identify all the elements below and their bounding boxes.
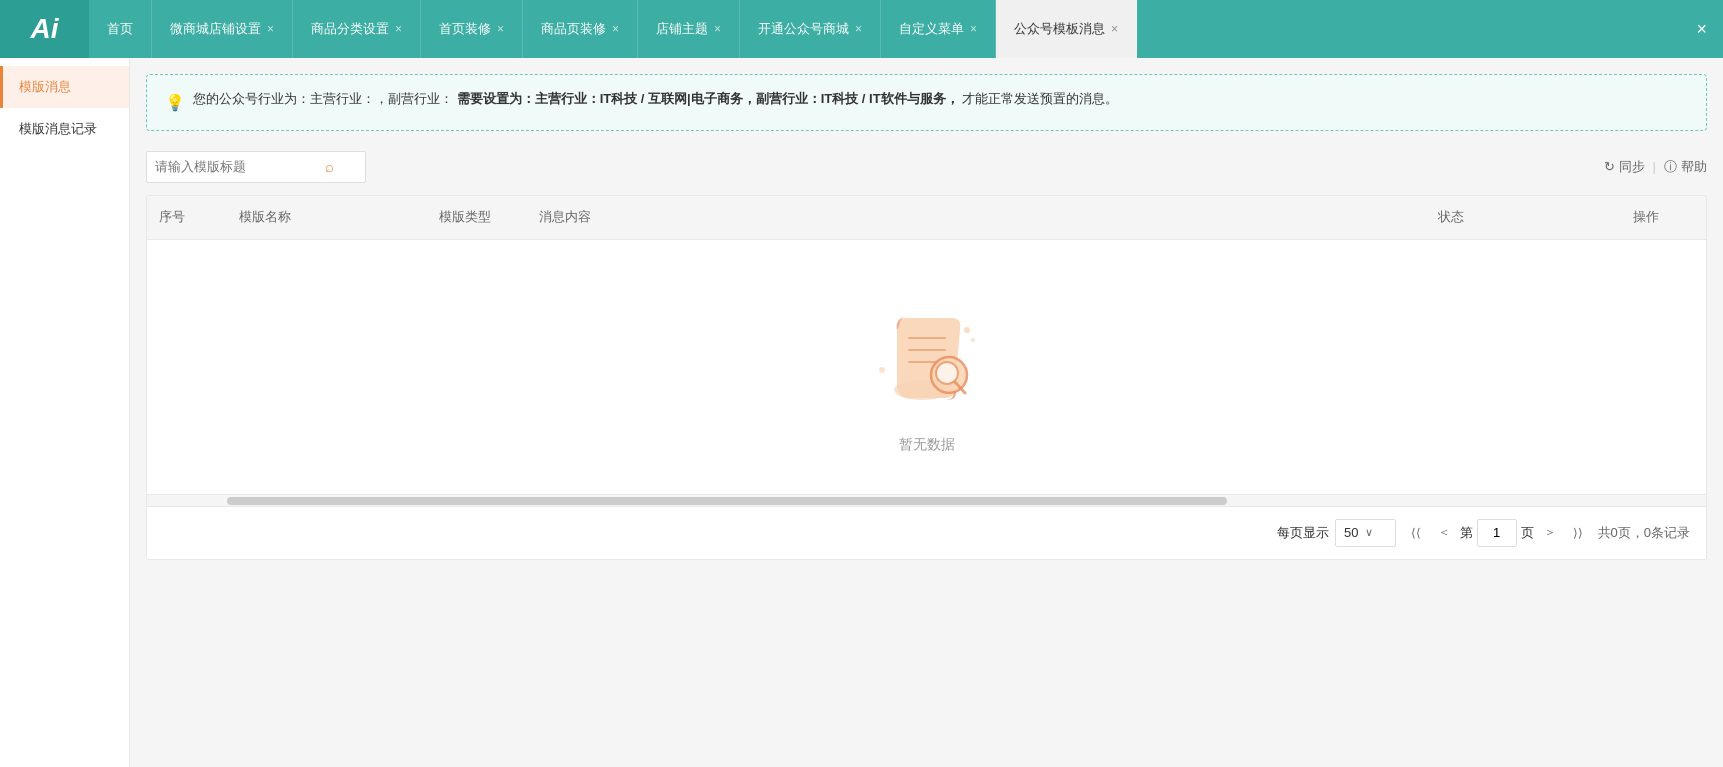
empty-state: 暂无数据 <box>147 240 1706 494</box>
page-nav: ⟨⟨ ＜ 第 页 ＞ ⟩⟩ <box>1404 519 1590 547</box>
total-info: 共0页，0条记录 <box>1598 524 1690 542</box>
close-tab-open-mall-icon[interactable]: × <box>855 22 862 36</box>
nav-tab-product-category[interactable]: 商品分类设置× <box>293 0 421 58</box>
data-table: 序号 模版名称 模版类型 消息内容 状态 操作 <box>146 195 1707 560</box>
notice-prefix: 您的公众号行业为：主营行业：，副营行业： <box>193 91 453 106</box>
content-area: 💡 您的公众号行业为：主营行业：，副营行业： 需要设置为：主营行业：IT科技 /… <box>130 58 1723 767</box>
notice-highlight: 需要设置为：主营行业：IT科技 / 互联网|电子商务，副营行业：IT科技 / I… <box>457 91 959 106</box>
main-layout: 模版消息模版消息记录 💡 您的公众号行业为：主营行业：，副营行业： 需要设置为：… <box>0 58 1723 767</box>
horizontal-scrollbar[interactable] <box>147 494 1706 506</box>
page-size-value: 50 <box>1344 525 1358 540</box>
col-header-status: 状态 <box>1426 208 1586 226</box>
scrollbar-thumb[interactable] <box>227 497 1227 505</box>
close-tab-home-decor-icon[interactable]: × <box>497 22 504 36</box>
last-page-button[interactable]: ⟩⟩ <box>1566 521 1590 545</box>
page-size-select: 每页显示 50 ∨ <box>1277 519 1395 547</box>
col-header-type: 模版类型 <box>427 208 527 226</box>
help-label: 帮助 <box>1681 158 1707 176</box>
next-page-button[interactable]: ＞ <box>1538 521 1562 545</box>
divider: | <box>1653 159 1656 174</box>
nav-tab-home-decor[interactable]: 首页装修× <box>421 0 523 58</box>
notice-box: 💡 您的公众号行业为：主营行业：，副营行业： 需要设置为：主营行业：IT科技 /… <box>146 74 1707 131</box>
nav-tab-home[interactable]: 首页 <box>89 0 152 58</box>
svg-point-7 <box>964 327 970 333</box>
help-button[interactable]: ⓘ 帮助 <box>1664 158 1707 176</box>
sidebar-item-template-log[interactable]: 模版消息记录 <box>0 108 129 150</box>
logo: Ai <box>0 0 89 58</box>
col-header-seq: 序号 <box>147 208 227 226</box>
page-prefix: 第 <box>1460 524 1473 542</box>
close-tab-shop-theme-icon[interactable]: × <box>714 22 721 36</box>
search-button[interactable]: ⌕ <box>325 158 334 175</box>
search-input-wrap[interactable]: ⌕ <box>146 151 366 183</box>
pagination: 每页显示 50 ∨ ⟨⟨ ＜ 第 页 ＞ ⟩⟩ 共0页，0条记录 <box>147 506 1706 559</box>
help-icon: ⓘ <box>1664 158 1677 176</box>
empty-svg <box>867 300 987 420</box>
empty-text: 暂无数据 <box>899 436 955 454</box>
svg-point-9 <box>879 367 885 373</box>
col-header-name: 模版名称 <box>227 208 427 226</box>
prev-page-button[interactable]: ＜ <box>1432 521 1456 545</box>
nav-tab-custom-menu[interactable]: 自定义菜单× <box>881 0 996 58</box>
top-nav: Ai 首页微商城店铺设置×商品分类设置×首页装修×商品页装修×店铺主题×开通公众… <box>0 0 1723 58</box>
notice-icon: 💡 <box>165 90 185 116</box>
first-page-button[interactable]: ⟨⟨ <box>1404 521 1428 545</box>
page-suffix: 页 <box>1521 524 1534 542</box>
sidebar: 模版消息模版消息记录 <box>0 58 130 767</box>
svg-point-8 <box>971 338 975 342</box>
close-tab-product-decor-icon[interactable]: × <box>612 22 619 36</box>
close-tab-custom-menu-icon[interactable]: × <box>970 22 977 36</box>
search-bar: ⌕ ↻ 同步 | ⓘ 帮助 <box>146 151 1707 183</box>
close-tab-wechat-shop-icon[interactable]: × <box>267 22 274 36</box>
sidebar-item-template-msg[interactable]: 模版消息 <box>0 66 129 108</box>
sync-label: 同步 <box>1619 158 1645 176</box>
col-header-action: 操作 <box>1586 208 1706 226</box>
page-size-label: 每页显示 <box>1277 524 1329 542</box>
sync-icon: ↻ <box>1604 159 1615 174</box>
close-tab-template-msg-icon[interactable]: × <box>1111 22 1118 36</box>
empty-illustration <box>867 300 987 420</box>
nav-tab-open-mall[interactable]: 开通公众号商城× <box>740 0 881 58</box>
dropdown-arrow-icon: ∨ <box>1365 526 1373 539</box>
page-size-dropdown[interactable]: 50 ∨ <box>1335 519 1395 547</box>
table-header: 序号 模版名称 模版类型 消息内容 状态 操作 <box>147 196 1706 240</box>
close-tab-product-category-icon[interactable]: × <box>395 22 402 36</box>
notice-suffix: 才能正常发送预置的消息。 <box>962 91 1118 106</box>
page-number-input[interactable] <box>1477 519 1517 547</box>
nav-tab-shop-theme[interactable]: 店铺主题× <box>638 0 740 58</box>
search-actions: ↻ 同步 | ⓘ 帮助 <box>1604 158 1707 176</box>
nav-tab-template-msg[interactable]: 公众号模板消息× <box>996 0 1137 58</box>
nav-tabs: 首页微商城店铺设置×商品分类设置×首页装修×商品页装修×店铺主题×开通公众号商城… <box>89 0 1680 58</box>
notice-text: 您的公众号行业为：主营行业：，副营行业： 需要设置为：主营行业：IT科技 / 互… <box>193 89 1688 110</box>
nav-tab-product-decor[interactable]: 商品页装修× <box>523 0 638 58</box>
nav-tab-wechat-shop[interactable]: 微商城店铺设置× <box>152 0 293 58</box>
close-all-button[interactable]: × <box>1680 0 1723 58</box>
sync-button[interactable]: ↻ 同步 <box>1604 158 1645 176</box>
search-input[interactable] <box>155 159 325 174</box>
col-header-content: 消息内容 <box>527 208 1426 226</box>
